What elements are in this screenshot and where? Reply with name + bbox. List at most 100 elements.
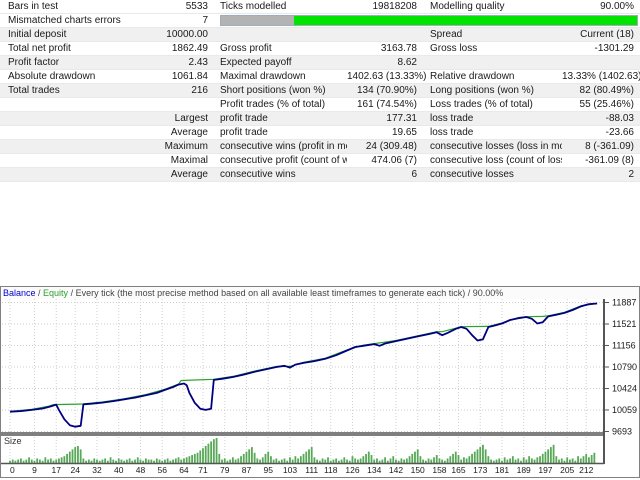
lot-size-bar	[552, 444, 555, 463]
balance-equity-chart: 1188711521111561079010424100599693Size0 9…	[1, 299, 637, 475]
lot-size-bar	[85, 460, 88, 463]
stat-label	[0, 154, 150, 167]
lot-size-bar	[405, 458, 408, 463]
lot-size-bar	[68, 451, 71, 463]
lot-size-bar	[340, 459, 343, 463]
lot-size-bar	[389, 458, 392, 463]
stat-label: Ticks modelled	[220, 1, 287, 12]
lot-size-bar	[365, 453, 367, 463]
lot-size-bar	[509, 458, 512, 463]
lot-size-bar	[332, 459, 335, 463]
stat-value: -23.66	[605, 127, 634, 138]
stat-value: 24 (309.48)	[365, 141, 417, 152]
lot-size-bar	[354, 458, 357, 463]
lot-size-bar	[544, 451, 547, 463]
lot-size-bar	[536, 457, 539, 463]
stat-value: 1402.63 (13.33%)	[347, 71, 427, 82]
stat-label: profit trade	[220, 113, 268, 124]
stat-value: 134 (70.90%)	[356, 85, 417, 96]
lot-size-bar	[503, 457, 506, 463]
report-row: Bars in test 5533 Ticks modelled 19818208 Mo…	[0, 0, 640, 14]
lot-size-bar	[555, 456, 558, 463]
stat-value: Average	[170, 169, 208, 180]
lot-size-bar	[215, 438, 218, 463]
lot-size-bar	[487, 456, 490, 463]
lot-size-bar	[397, 460, 400, 463]
lot-size-bar	[310, 447, 313, 463]
lot-size-bar	[289, 457, 291, 463]
lot-size-bar	[593, 452, 596, 463]
lot-size-bar	[367, 451, 370, 463]
lot-size-bar	[172, 459, 174, 463]
stat-label	[430, 56, 562, 69]
stat-label: Relative drawdown	[430, 71, 515, 82]
stat-label: Profit trades (% of total)	[220, 99, 326, 110]
lot-size-bar	[416, 449, 419, 463]
x-axis-label: 197	[538, 465, 552, 475]
x-axis-label: 95	[263, 465, 273, 475]
lot-size-bar	[44, 457, 47, 463]
stat-value	[347, 28, 430, 41]
x-axis-label: 126	[345, 465, 359, 475]
x-axis-label: 212	[579, 465, 593, 475]
stat-label: Gross loss	[430, 43, 478, 54]
x-axis-label: 142	[389, 465, 403, 475]
lot-size-bar	[248, 449, 251, 463]
lot-size-bar	[297, 458, 300, 463]
lot-size-bar	[433, 457, 435, 463]
lot-size-bar	[22, 460, 25, 463]
stat-label	[0, 112, 150, 125]
stat-label: Mismatched charts errors	[8, 15, 121, 26]
lot-size-bar	[427, 458, 430, 463]
lot-size-bar	[191, 455, 194, 463]
stat-label: Total trades	[8, 85, 60, 96]
lot-size-bar	[55, 459, 58, 463]
lot-size-bar	[153, 460, 155, 463]
stat-value: 161 (74.54%)	[356, 99, 417, 110]
lot-size-bar	[199, 450, 202, 463]
stat-value: 2.43	[188, 57, 208, 68]
tester-graph-panel[interactable]: Balance / Equity / Every tick (the most …	[0, 286, 640, 478]
lot-size-bar	[60, 457, 63, 463]
x-axis-label: 64	[179, 465, 189, 475]
lot-size-bar	[454, 451, 457, 463]
stat-label: consecutive losses	[430, 169, 514, 180]
lot-size-bar	[422, 459, 425, 463]
stat-value: 90.00%	[600, 1, 634, 12]
lot-size-bar	[286, 460, 289, 463]
x-axis-label: 181	[495, 465, 509, 475]
lot-size-bar	[541, 453, 544, 463]
lot-size-bar	[549, 447, 552, 463]
lot-size-bar	[240, 456, 242, 463]
stat-label	[0, 126, 150, 139]
x-axis-label: 173	[473, 465, 487, 475]
y-axis-label: 10424	[612, 384, 637, 394]
lot-size-bar	[498, 458, 501, 463]
lot-size-bar	[501, 460, 503, 463]
lot-size-bar	[530, 458, 533, 463]
stat-value: 3163.78	[380, 43, 417, 54]
lot-size-bar	[579, 458, 582, 463]
lot-size-bar	[207, 443, 210, 463]
lot-size-bar	[28, 457, 30, 463]
report-row: Absolute drawdown 1061.84 Maximal drawdown…	[0, 70, 640, 84]
lot-size-bar	[164, 459, 166, 463]
lot-size-bar	[359, 458, 362, 463]
stat-value: 474.06 (7)	[371, 155, 417, 166]
x-axis-label: 165	[451, 465, 465, 475]
x-axis-label: 0	[10, 465, 15, 475]
lot-size-bar	[308, 449, 310, 463]
lot-size-bar	[229, 459, 232, 463]
report-row: Total trades 216 Short positions (won %) 13…	[0, 84, 640, 98]
lot-size-bar	[479, 447, 482, 463]
lot-size-bar	[210, 441, 213, 463]
lot-size-bar	[482, 444, 484, 463]
y-axis-label: 10790	[612, 362, 637, 372]
stat-value: 1862.49	[171, 43, 208, 54]
lot-size-bar	[351, 456, 354, 463]
y-axis-label: 9693	[612, 427, 632, 437]
x-axis-label: 87	[242, 465, 252, 475]
lot-size-bar	[378, 460, 381, 463]
lot-size-bar	[52, 460, 55, 463]
lot-size-bar	[460, 459, 463, 463]
